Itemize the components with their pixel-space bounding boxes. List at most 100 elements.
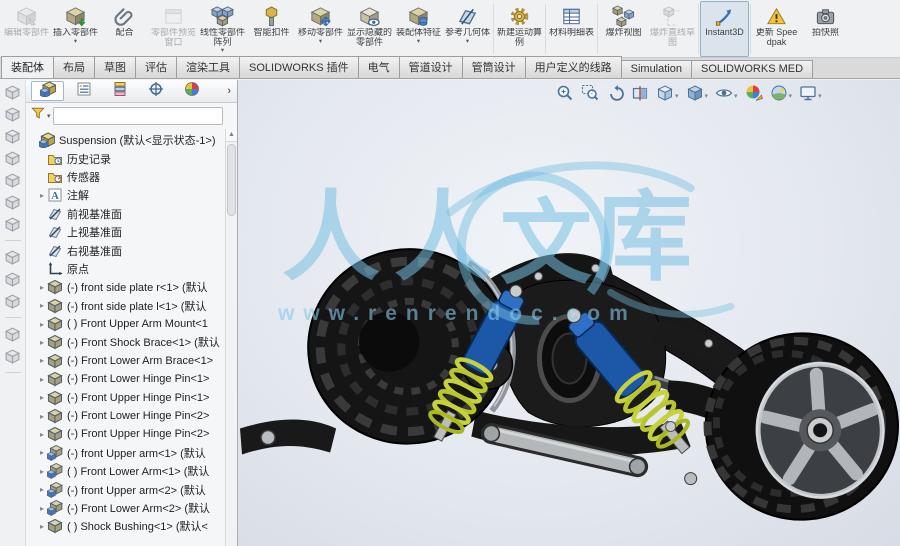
rail-tool-icon[interactable] <box>4 349 21 364</box>
ribbon-button-update-speedpak[interactable]: 更新 Speedpak <box>752 1 801 57</box>
tab-solidworks-med[interactable]: SOLIDWORKS MED <box>690 60 814 78</box>
ribbon-button-reference-geometry[interactable]: 参考几何体 ▾ <box>443 1 492 57</box>
tree-item[interactable]: ▸ (-) Front Upper Hinge Pin<2> <box>29 425 237 443</box>
rail-tool-icon[interactable] <box>4 129 21 144</box>
rail-tool-icon[interactable] <box>4 327 21 342</box>
rail-tool-icon[interactable] <box>4 250 21 265</box>
expand-arrow-icon[interactable]: ▸ <box>37 448 47 457</box>
tab-渲染工具[interactable]: 渲染工具 <box>176 56 240 78</box>
tree-item[interactable]: Suspension (默认<显示状态-1>) <box>29 131 237 149</box>
filter-funnel-icon[interactable] <box>31 106 45 125</box>
ribbon-button-edit-component[interactable]: 编辑零部件 <box>2 1 51 57</box>
tree-item[interactable]: ▸ (-) front Upper arm<2> (默认 <box>29 480 237 498</box>
ribbon-button-assembly-features[interactable]: 装配体特征 ▾ <box>394 1 443 57</box>
hud-view-orientation[interactable]: ▾ <box>656 84 679 107</box>
tab-草图[interactable]: 草图 <box>94 56 136 78</box>
tab-布局[interactable]: 布局 <box>53 56 95 78</box>
rail-tool-icon[interactable] <box>4 195 21 210</box>
expand-arrow-icon[interactable]: ▸ <box>37 356 47 365</box>
hud-view-settings[interactable]: ▾ <box>799 84 822 107</box>
hud-apply-scene[interactable]: ▾ <box>770 84 792 107</box>
tab-管道设计[interactable]: 管道设计 <box>398 56 463 78</box>
ribbon-button-component-preview[interactable]: 零部件预览窗口 <box>149 1 198 57</box>
hud-hide-show-items[interactable]: ▾ <box>715 84 738 107</box>
expand-arrow-icon[interactable]: ▸ <box>37 191 47 200</box>
expand-arrow-icon[interactable]: ▸ <box>37 338 47 347</box>
rail-tool-icon[interactable] <box>4 85 21 100</box>
tree-item[interactable]: 原点 <box>29 260 237 278</box>
rail-tool-icon[interactable] <box>4 107 21 122</box>
expand-arrow-icon[interactable]: ▸ <box>37 283 47 292</box>
expand-arrow-icon[interactable]: ▸ <box>37 301 47 310</box>
panel-tab-dimxpertmanager[interactable] <box>139 81 172 101</box>
ribbon-button-insert-component[interactable]: 插入零部件 ▾ <box>51 1 100 57</box>
ribbon-button-take-snapshot[interactable]: 拍快照 <box>801 1 850 57</box>
expand-arrow-icon[interactable]: ▸ <box>37 320 47 329</box>
tab-simulation[interactable]: Simulation <box>620 60 692 78</box>
expand-arrow-icon[interactable]: ▸ <box>37 485 47 494</box>
tree-item[interactable]: ▸ ( ) Front Lower Arm<1> (默认 <box>29 462 237 480</box>
tree-item[interactable]: 右视基准面 <box>29 241 237 259</box>
panel-tab-configurationmanager[interactable] <box>103 81 136 101</box>
ribbon-button-smart-fasteners[interactable]: 智能扣件 <box>247 1 296 57</box>
expand-arrow-icon[interactable]: ▸ <box>37 430 47 439</box>
tree-item[interactable]: ▸ (-) front side plate r<1> (默认 <box>29 278 237 296</box>
expand-arrow-icon[interactable]: ▸ <box>37 522 47 531</box>
tree-item[interactable]: ▸ (-) Front Lower Hinge Pin<1> <box>29 370 237 388</box>
hud-section-view[interactable] <box>631 84 649 107</box>
tree-item[interactable]: 历史记录 <box>29 149 237 167</box>
hud-zoom-to-area[interactable] <box>581 84 599 107</box>
tree-item[interactable]: 上视基准面 <box>29 223 237 241</box>
tree-item[interactable]: ▸ (-) front Upper arm<1> (默认 <box>29 444 237 462</box>
tree-item[interactable]: ▸ (-) Front Lower Hinge Pin<2> <box>29 407 237 425</box>
scrollbar-thumb[interactable] <box>227 144 236 216</box>
ribbon-button-instant3d[interactable]: Instant3D <box>700 1 749 57</box>
hud-zoom-to-fit[interactable] <box>556 84 574 107</box>
tree-item[interactable]: ▸ ( ) Shock Bushing<1> (默认< <box>29 517 237 535</box>
ribbon-button-mate[interactable]: 配合 <box>100 1 149 57</box>
tree-item[interactable]: ▸ (-) Front Upper Hinge Pin<1> <box>29 388 237 406</box>
tree-item[interactable]: ▸ ( ) Front Upper Arm Mount<1 <box>29 315 237 333</box>
panel-tab-featuremanager[interactable] <box>31 80 64 101</box>
ribbon-button-show-hidden-components[interactable]: 显示隐藏的零部件 <box>345 1 394 57</box>
scrollbar-up-arrow-icon[interactable]: ▲ <box>226 129 237 142</box>
rail-tool-icon[interactable] <box>4 217 21 232</box>
ribbon-button-explode-line-sketch[interactable]: 爆炸直线草图 <box>648 1 697 57</box>
tab-用户定义的线路[interactable]: 用户定义的线路 <box>524 56 622 78</box>
hud-previous-view[interactable] <box>606 84 624 107</box>
graphics-viewport[interactable]: ▾ ▾ ▾ ▾ ▾ 人人 文 库 www.renrendoc.com <box>238 80 900 546</box>
ribbon-button-new-motion-study[interactable]: 新建运动算例 <box>495 1 544 57</box>
tab-管筒设计[interactable]: 管筒设计 <box>461 56 526 78</box>
expand-arrow-icon[interactable]: ▸ <box>37 393 47 402</box>
tree-scrollbar[interactable]: ▲ <box>225 129 237 546</box>
ribbon-button-linear-component-pattern[interactable]: 线性零部件阵列 ▾ <box>198 1 247 57</box>
expand-arrow-icon[interactable]: ▸ <box>37 504 47 513</box>
rail-tool-icon[interactable] <box>4 173 21 188</box>
expand-arrow-icon[interactable]: ▸ <box>37 467 47 476</box>
tab-solidworks-插件[interactable]: SOLIDWORKS 插件 <box>239 56 359 78</box>
filter-dropdown-caret-icon[interactable]: ▾ <box>47 112 51 120</box>
hud-edit-appearance[interactable] <box>745 84 763 107</box>
tab-装配体[interactable]: 装配体 <box>1 56 54 78</box>
tree-item[interactable]: ▸ (-) front side plate l<1> (默认 <box>29 297 237 315</box>
rail-tool-icon[interactable] <box>4 294 21 309</box>
panel-tab-displaymanager[interactable] <box>175 81 208 101</box>
expand-arrow-icon[interactable]: ▸ <box>37 375 47 384</box>
tab-电气[interactable]: 电气 <box>357 56 400 78</box>
tree-item[interactable]: ▸ (-) Front Shock Brace<1> (默认 <box>29 333 237 351</box>
panel-flyout-chevron-icon[interactable]: › <box>221 85 237 97</box>
panel-tab-propertymanager[interactable] <box>67 81 100 101</box>
tree-item[interactable]: ▸ (-) Front Lower Arm<2> (默认 <box>29 499 237 517</box>
tree-item[interactable]: 前视基准面 <box>29 205 237 223</box>
rail-tool-icon[interactable] <box>4 151 21 166</box>
tree-filter-input[interactable] <box>52 106 223 125</box>
tree-item[interactable]: 传感器 <box>29 168 237 186</box>
tree-item[interactable]: ▸ (-) Front Lower Arm Brace<1> <box>29 352 237 370</box>
ribbon-button-exploded-view[interactable]: 爆炸视图 <box>599 1 648 57</box>
ribbon-button-bill-of-materials[interactable]: 材料明细表 <box>547 1 596 57</box>
rail-tool-icon[interactable] <box>4 272 21 287</box>
ribbon-button-move-component[interactable]: 移动零部件 ▾ <box>296 1 345 57</box>
tree-item[interactable]: ▸ A 注解 <box>29 186 237 204</box>
tab-评估[interactable]: 评估 <box>135 56 177 78</box>
expand-arrow-icon[interactable]: ▸ <box>37 412 47 421</box>
